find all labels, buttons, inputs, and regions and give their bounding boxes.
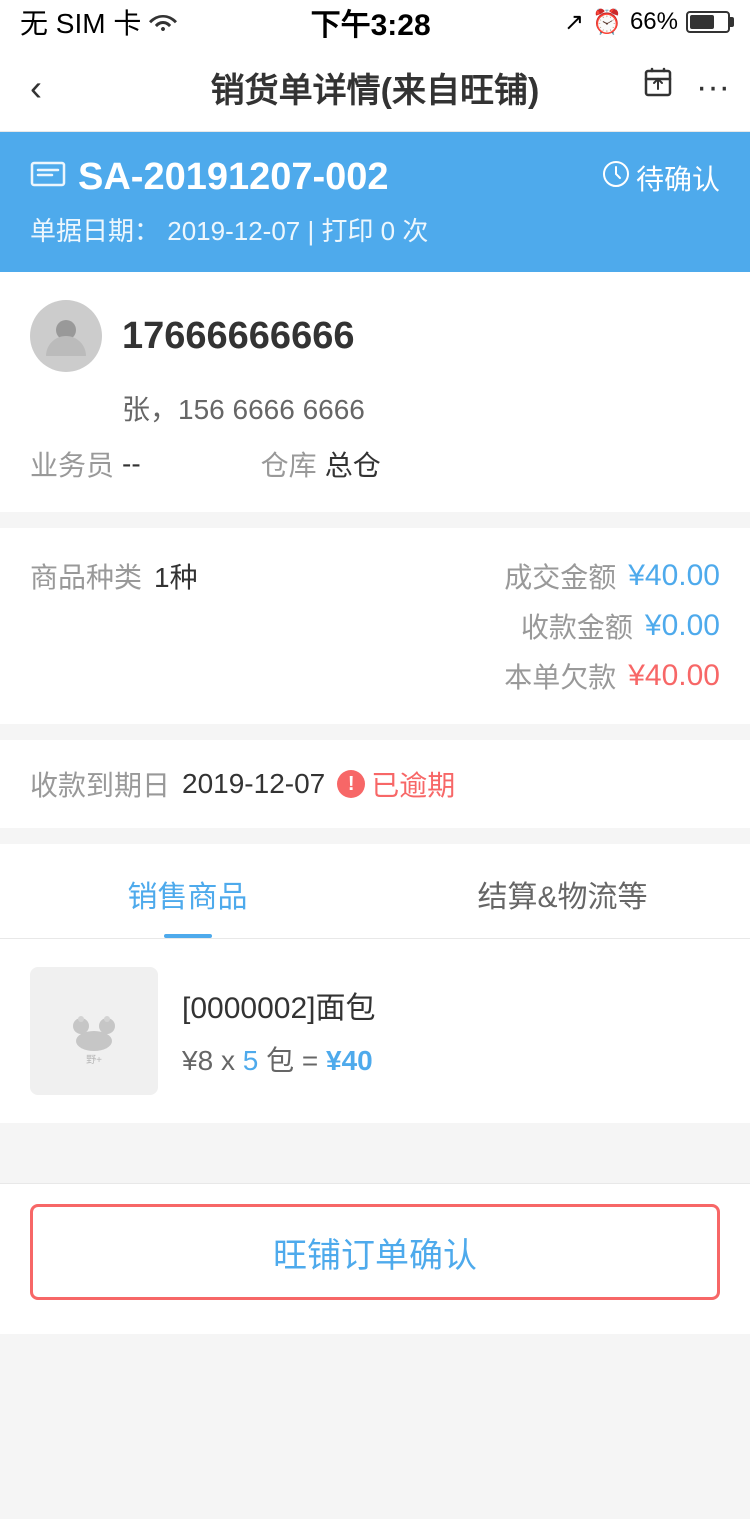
- customer-phone: 17666666666: [122, 315, 354, 358]
- product-info: [0000002]面包 ¥8 x 5 包 = ¥40: [182, 983, 720, 1079]
- tab-settlement[interactable]: 结算&物流等: [375, 844, 750, 938]
- products-section: 野+ [0000002]面包 ¥8 x 5 包 = ¥40: [0, 939, 750, 1123]
- order-id: SA-20191207-002: [30, 156, 389, 199]
- avatar: [30, 300, 102, 372]
- due-date-card: 收款到期日 2019-12-07 ! 已逾期: [0, 740, 750, 828]
- product-item: 野+ [0000002]面包 ¥8 x 5 包 = ¥40: [0, 939, 750, 1123]
- deal-amount-value: ¥40.00: [628, 559, 720, 593]
- overdue-badge: ! 已逾期: [337, 764, 455, 804]
- more-button[interactable]: ···: [696, 68, 730, 107]
- nav-bar: ‹ 销货单详情(来自旺铺) ···: [0, 44, 750, 132]
- product-name: [0000002]面包: [182, 983, 720, 1027]
- status-left: 无 SIM 卡: [20, 2, 177, 42]
- svg-text:野+: 野+: [86, 1054, 102, 1066]
- carrier-text: 无 SIM 卡: [20, 2, 141, 42]
- confirm-order-button[interactable]: 旺铺订单确认: [30, 1204, 720, 1300]
- received-amount-value: ¥0.00: [645, 609, 720, 643]
- customer-card: 17666666666 张，156 6666 6666 业务员 -- 仓库 总仓: [0, 272, 750, 512]
- overdue-text: 已逾期: [371, 764, 455, 804]
- customer-name: 张，156 6666 6666: [122, 388, 720, 428]
- nav-actions: ···: [640, 65, 730, 110]
- header-card: SA-20191207-002 待确认 单据日期： 2019-12-07 | 打…: [0, 132, 750, 272]
- salesperson-label: 业务员: [30, 444, 114, 484]
- tab-sales-goods[interactable]: 销售商品: [0, 844, 375, 938]
- tabs: 销售商品 结算&物流等: [0, 844, 750, 939]
- warehouse-label: 仓库: [261, 444, 317, 484]
- battery-text: 66%: [630, 8, 678, 36]
- wifi-icon: [149, 6, 177, 38]
- amounts: 成交金额 ¥40.00 收款金额 ¥0.00 本单欠款 ¥40.00: [504, 556, 720, 696]
- order-status: 待确认: [602, 158, 720, 198]
- status-bar: 无 SIM 卡 下午3:28 ↗ ⏰ 66%: [0, 0, 750, 44]
- received-amount-label: 收款金额: [521, 606, 633, 646]
- salesperson-value: --: [122, 448, 141, 480]
- clock-icon: [602, 160, 630, 195]
- order-icon: [30, 156, 66, 199]
- location-icon: ↗: [564, 8, 584, 37]
- owed-amount-label: 本单欠款: [504, 656, 616, 696]
- product-price: ¥8 x 5 包 = ¥40: [182, 1039, 720, 1079]
- order-id-text: SA-20191207-002: [78, 156, 389, 199]
- status-right: ↗ ⏰ 66%: [564, 8, 730, 37]
- header-date: 单据日期： 2019-12-07 | 打印 0 次: [30, 211, 720, 248]
- summary-card: 商品种类 1种 成交金额 ¥40.00 收款金额 ¥0.00 本单欠款 ¥40.…: [0, 528, 750, 724]
- warehouse-value: 总仓: [325, 444, 381, 484]
- product-types-value: 1种: [154, 556, 198, 596]
- status-text: 待确认: [636, 158, 720, 198]
- alarm-icon: ⏰: [592, 8, 622, 37]
- share-button[interactable]: [640, 65, 676, 110]
- due-date-label: 收款到期日: [30, 764, 170, 804]
- overdue-icon: !: [337, 770, 365, 798]
- deal-amount-label: 成交金额: [504, 556, 616, 596]
- owed-amount-value: ¥40.00: [628, 659, 720, 693]
- status-time: 下午3:28: [311, 0, 431, 44]
- product-image: 野+: [30, 967, 158, 1095]
- due-date-value: 2019-12-07: [182, 768, 325, 800]
- product-types-label: 商品种类: [30, 556, 142, 596]
- bottom-bar: 旺铺订单确认: [0, 1183, 750, 1334]
- page-title: 销货单详情(来自旺铺): [211, 63, 540, 112]
- back-button[interactable]: ‹: [20, 57, 52, 119]
- customer-meta: 业务员 -- 仓库 总仓: [30, 444, 720, 484]
- battery-icon: [686, 11, 730, 33]
